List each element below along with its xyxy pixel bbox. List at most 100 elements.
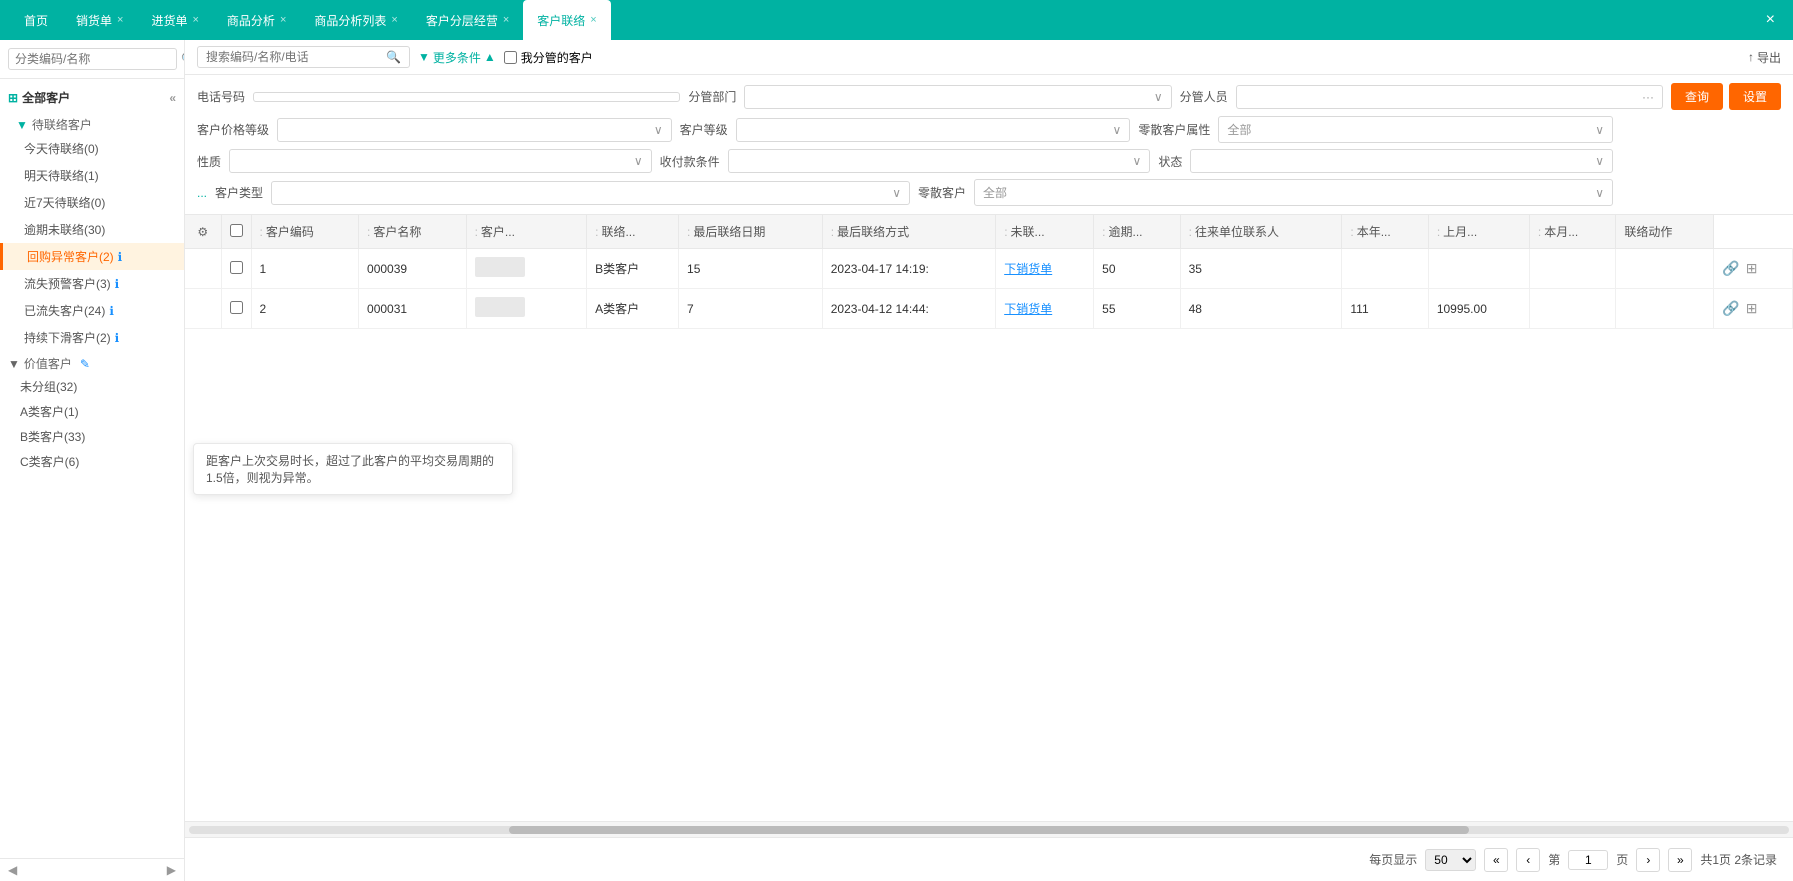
row2-checkbox[interactable] xyxy=(221,289,251,329)
churn-warning-info-icon[interactable]: ℹ xyxy=(115,277,120,291)
dept-field[interactable]: ∨ xyxy=(744,85,1171,109)
churned-info-icon[interactable]: ℹ xyxy=(109,304,114,318)
collapse-button[interactable]: « xyxy=(169,91,176,105)
row2-last-month xyxy=(1529,289,1615,329)
row1-grid-icon[interactable]: ⊞ xyxy=(1746,260,1758,277)
nav-customer-contact-close[interactable]: × xyxy=(590,14,596,26)
person-field[interactable]: ··· xyxy=(1236,85,1663,109)
select-all-checkbox[interactable] xyxy=(230,224,243,237)
price-grade-field[interactable]: ∨ xyxy=(277,118,672,142)
row2-contact-value: 7 xyxy=(687,302,694,316)
settings-button[interactable]: 设置 xyxy=(1729,83,1781,110)
nav-customer-segment-close[interactable]: × xyxy=(503,14,509,26)
sidebar-item-churn-warning[interactable]: 流失预警客户(3) ℹ xyxy=(0,270,184,297)
row1-last-method-link[interactable]: 下销货单 xyxy=(1004,262,1052,276)
sidebar-item-repurchase-abnormal[interactable]: 回购异常客户(2) ℹ xyxy=(0,243,184,270)
sidebar-search-area: 🔍 xyxy=(0,40,184,79)
sidebar-item-overdue[interactable]: 逾期未联络(30) xyxy=(0,216,184,243)
nav-product-analysis[interactable]: 商品分析 × xyxy=(213,0,300,40)
nav-purchase-label: 进货单 xyxy=(151,12,187,29)
sidebar-item-7days[interactable]: 近7天待联络(0) xyxy=(0,189,184,216)
scrollbar-track[interactable] xyxy=(189,826,1789,834)
header-overdue-label: 逾期... xyxy=(1109,223,1143,240)
sidebar-item-churned[interactable]: 已流失客户(24) ℹ xyxy=(0,297,184,324)
scrollbar-thumb[interactable] xyxy=(509,826,1469,834)
row2-this-year-value: 10995.00 xyxy=(1437,302,1487,316)
nav-product-analysis-close[interactable]: × xyxy=(280,14,286,26)
value-edit-icon[interactable]: ✎ xyxy=(80,357,90,371)
prev-page-button[interactable]: ‹ xyxy=(1516,848,1540,872)
sidebar-item-class-c[interactable]: C类客户(6) xyxy=(0,449,184,474)
export-button[interactable]: ↑ 导出 xyxy=(1748,49,1781,66)
nav-home[interactable]: 首页 xyxy=(10,0,62,40)
row2-not-contact: 55 xyxy=(1094,289,1180,329)
nav-customer-contact[interactable]: 客户联络 × xyxy=(523,0,610,40)
nav-product-analysis-label: 商品分析 xyxy=(227,12,275,29)
row2-grid-icon[interactable]: ⊞ xyxy=(1746,300,1758,317)
nav-purchase-close[interactable]: × xyxy=(192,14,198,26)
first-page-button[interactable]: « xyxy=(1484,848,1508,872)
filter-search-icon[interactable]: 🔍 xyxy=(386,50,401,64)
row2-select-checkbox[interactable] xyxy=(230,301,243,314)
sidebar-item-today[interactable]: 今天待联络(0) xyxy=(0,135,184,162)
close-all-button[interactable]: × xyxy=(1758,11,1783,29)
sidebar-item-class-a[interactable]: A类客户(1) xyxy=(0,399,184,424)
sidebar-item-declining[interactable]: 持续下滑客户(2) ℹ xyxy=(0,324,184,351)
query-button[interactable]: 查询 xyxy=(1671,83,1723,110)
nav-sales-close[interactable]: × xyxy=(117,14,123,26)
col-customer-code: : 客户编码 xyxy=(251,215,359,249)
filter-my-customer[interactable]: 我分管的客户 xyxy=(504,49,593,66)
row1-link-icon[interactable]: 🔗 xyxy=(1722,260,1739,277)
nav-customer-segment-label: 客户分层经营 xyxy=(426,12,498,29)
row2-last-method-link[interactable]: 下销货单 xyxy=(1004,302,1052,316)
status-arrow: ∨ xyxy=(1595,154,1604,168)
customer-grade-field[interactable]: ∨ xyxy=(736,118,1131,142)
price-grade-label: 客户价格等级 xyxy=(197,121,269,138)
my-customer-checkbox[interactable] xyxy=(504,51,517,64)
status-field[interactable]: ∨ xyxy=(1190,149,1613,173)
col-not-contact: : 未联... xyxy=(996,215,1094,249)
horizontal-scrollbar-area[interactable] xyxy=(185,821,1793,837)
col-settings[interactable]: ⚙ xyxy=(185,215,221,249)
more-filter-link[interactable]: ... xyxy=(197,186,207,200)
customer-type-field[interactable]: ∨ xyxy=(271,181,910,205)
all-customers-header[interactable]: ⊞ 全部客户 « xyxy=(0,83,184,112)
last-page-button[interactable]: » xyxy=(1668,848,1692,872)
sidebar-nav-left[interactable]: ◀ xyxy=(8,863,17,877)
nav-product-list-close[interactable]: × xyxy=(391,14,397,26)
nav-purchase[interactable]: 进货单 × xyxy=(137,0,212,40)
header-last-method-label: 最后联络方式 xyxy=(837,223,909,240)
nav-customer-segment[interactable]: 客户分层经营 × xyxy=(412,0,523,40)
export-icon: ↑ xyxy=(1748,50,1754,64)
settings-gear-icon[interactable]: ⚙ xyxy=(197,225,208,239)
sidebar-item-ungrouped[interactable]: 未分组(32) xyxy=(0,374,184,399)
filter-search-box[interactable]: 🔍 xyxy=(197,46,410,68)
filter-bar: 🔍 ▼ 更多条件 ▲ 我分管的客户 ↑ 导出 xyxy=(185,40,1793,75)
sidebar-item-tomorrow[interactable]: 明天待联络(1) xyxy=(0,162,184,189)
declining-info-icon[interactable]: ℹ xyxy=(115,331,120,345)
row2-link-icon[interactable]: 🔗 xyxy=(1722,300,1739,317)
repurchase-abnormal-info-icon[interactable]: ℹ xyxy=(118,250,123,264)
sidebar-nav-right[interactable]: ▶ xyxy=(167,863,176,877)
retail-attr-field[interactable]: 全部 ∨ xyxy=(1218,116,1613,143)
next-page-button[interactable]: › xyxy=(1636,848,1660,872)
payment-field[interactable]: ∨ xyxy=(728,149,1151,173)
row1-select-checkbox[interactable] xyxy=(230,261,243,274)
gender-field[interactable]: ∨ xyxy=(229,149,652,173)
filter-more-button[interactable]: ▼ 更多条件 ▲ xyxy=(418,49,496,66)
header-not-contact-label: 未联... xyxy=(1011,223,1045,240)
value-arrow-icon: ▼ xyxy=(8,357,20,371)
retail-customer-field[interactable]: 全部 ∨ xyxy=(974,179,1613,206)
nav-sales[interactable]: 销货单 × xyxy=(62,0,137,40)
per-page-select[interactable]: 50 100 200 xyxy=(1425,849,1476,871)
row1-code-value: 000039 xyxy=(367,262,407,276)
nav-product-list[interactable]: 商品分析列表 × xyxy=(300,0,411,40)
row1-checkbox[interactable] xyxy=(221,249,251,289)
sidebar-search-input[interactable] xyxy=(8,48,177,70)
col-last-method: : 最后联络方式 xyxy=(822,215,995,249)
phone-field[interactable] xyxy=(253,92,680,102)
customer-type-label: 客户类型 xyxy=(215,184,263,201)
page-input[interactable] xyxy=(1568,850,1608,870)
filter-search-input[interactable] xyxy=(206,50,386,64)
sidebar-item-class-b[interactable]: B类客户(33) xyxy=(0,424,184,449)
